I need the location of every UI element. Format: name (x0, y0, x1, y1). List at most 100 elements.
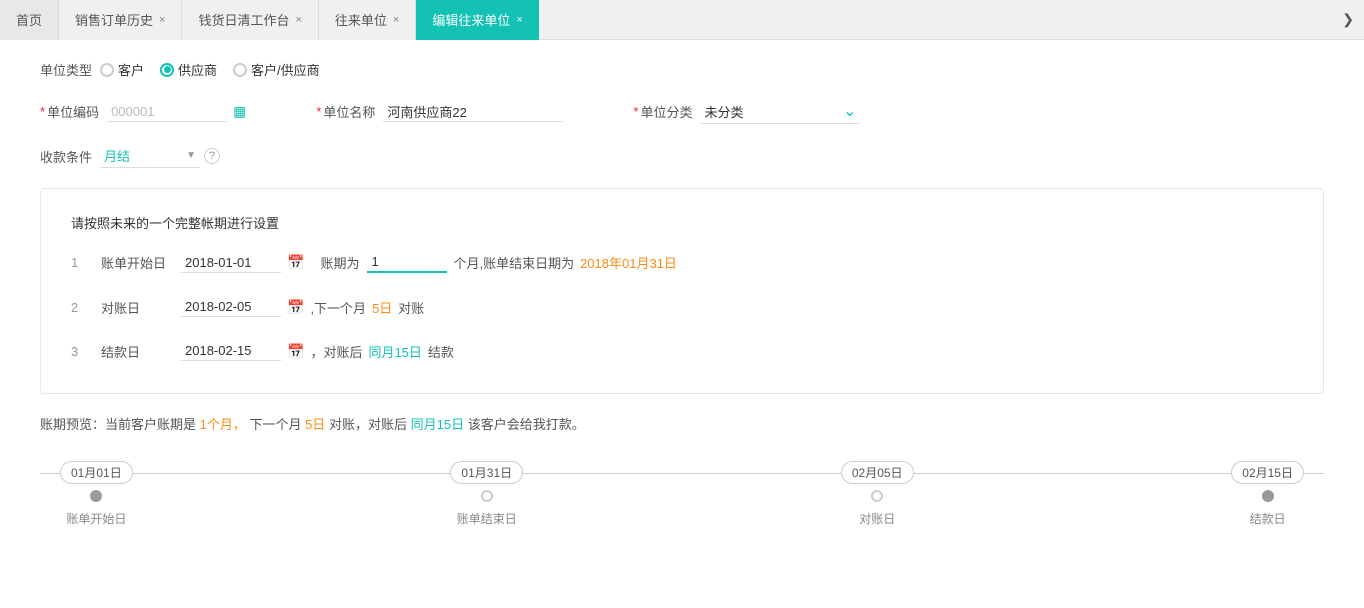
timeline-badge-0: 01月01日 (60, 461, 133, 484)
radio-supplier[interactable]: 供应商 (160, 60, 217, 79)
period-unit-text: 个月,账单结束日期为 (453, 253, 574, 272)
timeline-badge-1: 01月31日 (450, 461, 523, 484)
row1-label: 账单开始日 (101, 253, 181, 272)
timeline-label-3: 结款日 (1250, 510, 1286, 527)
unit-category-select[interactable]: 未分类 ⌄ (700, 99, 860, 124)
radio-supplier-label: 供应商 (178, 60, 217, 79)
tab-sales-history[interactable]: 销售订单历史 × (59, 0, 182, 40)
unit-type-label: 单位类型 (40, 60, 92, 79)
unit-code-required: * (40, 104, 45, 119)
payment-condition-value: 月结 (104, 146, 130, 165)
radio-customer-label: 客户 (118, 60, 144, 79)
row1-num: 1 (71, 255, 101, 270)
page-content: 单位类型 客户 供应商 客户/供应商 * 单位编码 (0, 40, 1364, 608)
unit-name-required: * (316, 104, 321, 119)
tab-edit-partner[interactable]: 编辑往来单位 × (416, 0, 538, 40)
timeline-label-0: 账单开始日 (66, 510, 126, 527)
settings-section: 请按照未来的一个完整帐期进行设置 1 账单开始日 📅 账期为 个月,账单结束日期… (40, 188, 1324, 394)
radio-customer-circle (100, 63, 114, 77)
tab-partner[interactable]: 往来单位 × (319, 0, 416, 40)
reconcile-highlight: 5日 (372, 298, 392, 317)
tab-home-label: 首页 (16, 10, 42, 29)
unit-code-label: 单位编码 (47, 102, 99, 121)
payment-date-input[interactable] (181, 341, 281, 361)
unit-info-row: * 单位编码 ▦ * 单位名称 * 单位分类 未分类 ⌄ (40, 99, 1324, 124)
period-end-date: 2018年01月31日 (580, 253, 677, 272)
preview-day15: 同月15日 (411, 417, 464, 432)
tab-partner-close[interactable]: × (393, 14, 399, 26)
payment-suffix-pre: ，对账后 (310, 342, 362, 361)
payment-row: 3 结款日 📅 ，对账后 同月15日 结款 (71, 341, 1293, 361)
unit-type-row: 单位类型 客户 供应商 客户/供应商 (40, 60, 1324, 79)
tab-home[interactable]: 首页 (0, 0, 59, 40)
unit-name-input[interactable] (383, 102, 563, 122)
unit-code-input[interactable] (107, 102, 227, 122)
tabs-expand-button[interactable]: ❯ (1332, 11, 1364, 28)
payment-condition-select[interactable]: 月结 ▼ (100, 144, 200, 168)
preview-day5: 5日 (305, 417, 325, 432)
timeline-dot-0 (90, 490, 102, 502)
reconcile-calendar-icon[interactable]: 📅 (287, 299, 304, 316)
period-value-input[interactable] (367, 252, 447, 273)
preview-mid: 下一个月 (250, 417, 302, 432)
unit-category-chevron-icon: ⌄ (843, 101, 856, 121)
tab-edit-partner-label: 编辑往来单位 (432, 10, 510, 29)
row2-num: 2 (71, 300, 101, 315)
tab-cash-work-label: 钱货日清工作台 (198, 10, 289, 29)
tabs-bar: 首页 销售订单历史 × 钱货日清工作台 × 往来单位 × 编辑往来单位 × ❯ (0, 0, 1364, 40)
section-title: 请按照未来的一个完整帐期进行设置 (71, 213, 1293, 232)
unit-category-value: 未分类 (704, 102, 839, 121)
timeline-badge-2: 02月05日 (841, 461, 914, 484)
unit-code-field: * 单位编码 ▦ (40, 102, 246, 122)
payment-calendar-icon[interactable]: 📅 (287, 343, 304, 360)
radio-both[interactable]: 客户/供应商 (233, 60, 320, 79)
reconcile-date-input[interactable] (181, 297, 281, 317)
radio-customer[interactable]: 客户 (100, 60, 144, 79)
tab-edit-partner-close[interactable]: × (516, 14, 522, 26)
unit-name-field: * 单位名称 (316, 102, 563, 122)
reconcile-row: 2 对账日 📅 ,下一个月 5日 对账 (71, 297, 1293, 317)
row2-label: 对账日 (101, 298, 181, 317)
row3-label: 结款日 (101, 342, 181, 361)
bill-start-calendar-icon[interactable]: 📅 (287, 254, 304, 271)
tab-sales-history-label: 销售订单历史 (75, 10, 153, 29)
payment-highlight: 同月15日 (368, 342, 421, 361)
timeline-label-1: 账单结束日 (457, 510, 517, 527)
tab-partner-label: 往来单位 (335, 10, 387, 29)
timeline-node-0: 01月01日账单开始日 (60, 461, 133, 527)
timeline-node-1: 01月31日账单结束日 (450, 461, 523, 527)
timeline-dot-1 (481, 490, 493, 502)
timeline-dot-3 (1262, 490, 1274, 502)
payment-condition-field: 收款条件 月结 ▼ ? (40, 144, 220, 168)
payment-condition-chevron-icon: ▼ (186, 150, 196, 161)
timeline: 01月01日账单开始日 01月31日账单结束日 02月05日对账日 02月15日结款日 (40, 461, 1324, 527)
unit-code-copy-icon[interactable]: ▦ (233, 103, 246, 120)
reconcile-suffix-post: 对账 (398, 298, 424, 317)
unit-name-label: 单位名称 (323, 102, 375, 121)
radio-group-unit-type: 客户 供应商 客户/供应商 (100, 60, 320, 79)
payment-suffix-post: 结款 (428, 342, 454, 361)
timeline-node-2: 02月05日对账日 (841, 461, 914, 527)
preview-reconcile: 对账，对账后 (329, 417, 407, 432)
row3-num: 3 (71, 344, 101, 359)
bill-start-date-input[interactable] (181, 253, 281, 273)
preview-prefix: 账期预览：当前客户账期是 (40, 417, 196, 432)
reconcile-suffix-pre: ,下一个月 (310, 298, 366, 317)
radio-both-circle (233, 63, 247, 77)
payment-condition-label: 收款条件 (40, 147, 92, 166)
unit-category-required: * (633, 104, 638, 119)
unit-category-label: 单位分类 (640, 102, 692, 121)
tab-sales-history-close[interactable]: × (159, 14, 165, 26)
timeline-node-3: 02月15日结款日 (1231, 461, 1304, 527)
unit-category-field: * 单位分类 未分类 ⌄ (633, 99, 860, 124)
radio-both-label: 客户/供应商 (251, 60, 320, 79)
unit-type-field: 单位类型 客户 供应商 客户/供应商 (40, 60, 320, 79)
tab-cash-work-close[interactable]: × (295, 14, 301, 26)
preview-suffix: 该客户会给我打款。 (468, 417, 585, 432)
radio-supplier-circle (160, 63, 174, 77)
tab-cash-work[interactable]: 钱货日清工作台 × (182, 0, 318, 40)
bill-start-row: 1 账单开始日 📅 账期为 个月,账单结束日期为 2018年01月31日 (71, 252, 1293, 273)
preview-text: 账期预览：当前客户账期是 1个月， 下一个月 5日 对账，对账后 同月15日 该… (40, 414, 1324, 433)
timeline-label-2: 对账日 (859, 510, 895, 527)
help-icon[interactable]: ? (204, 148, 220, 164)
